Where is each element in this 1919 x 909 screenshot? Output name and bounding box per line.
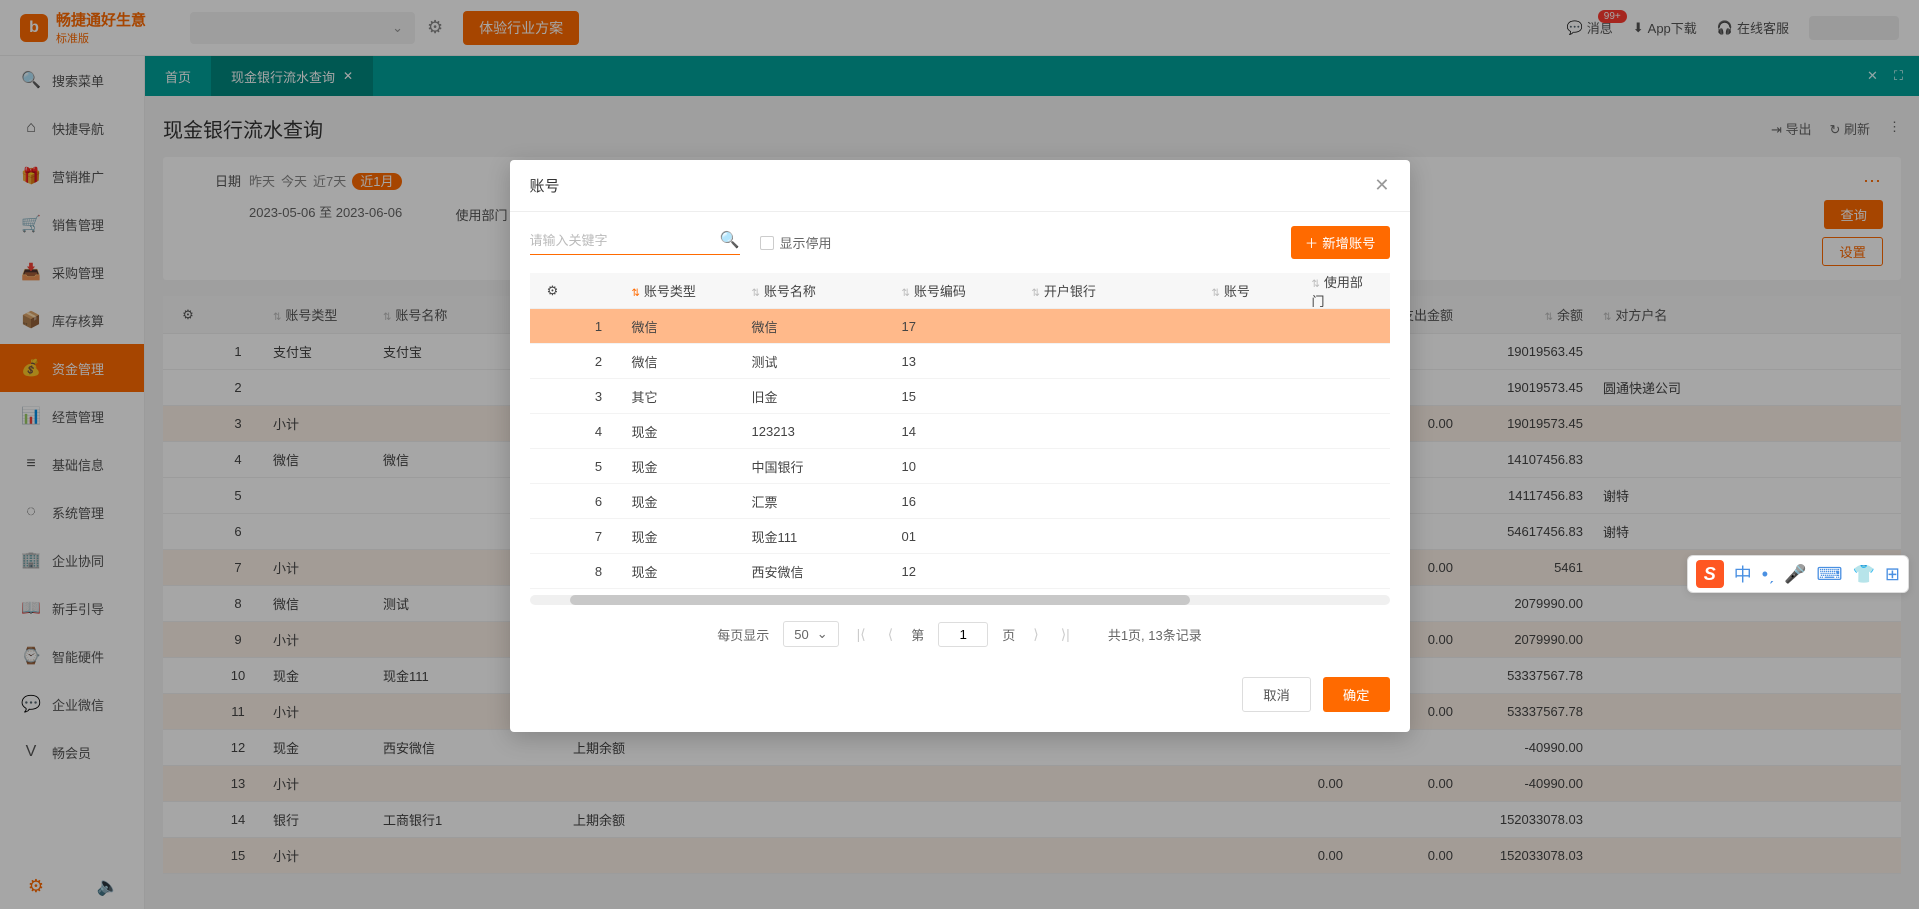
- row-index: 1: [576, 319, 622, 334]
- ime-keyboard-icon[interactable]: ⌨: [1817, 564, 1843, 585]
- cell-code: 15: [892, 389, 1022, 404]
- gear-column-icon[interactable]: ⚙: [530, 283, 576, 299]
- chevron-down-icon: ⌄: [817, 626, 828, 642]
- mcol-name[interactable]: ⇅账号名称: [742, 281, 892, 300]
- cell-type: 现金: [622, 562, 742, 581]
- page-prefix: 第: [911, 625, 924, 644]
- cell-name: 微信: [742, 317, 892, 336]
- cell-type: 其它: [622, 387, 742, 406]
- mcol-code[interactable]: ⇅账号编码: [892, 281, 1022, 300]
- modal-pager: 每页显示 50 ⌄ |⟨ ⟨ 第 页 ⟩ ⟩| 共1页, 13条记录: [510, 605, 1410, 663]
- cell-code: 13: [892, 354, 1022, 369]
- modal-table-header: ⚙ ⇅账号类型 ⇅账号名称 ⇅账号编码 ⇅开户银行 ⇅账号 ⇅使用部门: [530, 273, 1390, 309]
- row-index: 4: [576, 424, 622, 439]
- ime-toolbox-icon[interactable]: ⊞: [1885, 564, 1900, 585]
- cell-name: 测试: [742, 352, 892, 371]
- list-item[interactable]: 6现金汇票16: [530, 484, 1390, 519]
- cell-type: 微信: [622, 352, 742, 371]
- cell-code: 01: [892, 529, 1022, 544]
- list-item[interactable]: 4现金12321314: [530, 414, 1390, 449]
- ime-skin-icon[interactable]: 👕: [1852, 564, 1874, 585]
- pager-total: 共1页, 13条记录: [1108, 625, 1202, 644]
- add-account-label: 新增账号: [1322, 233, 1375, 252]
- cancel-button[interactable]: 取消: [1242, 677, 1311, 712]
- cell-name: 中国银行: [742, 457, 892, 476]
- ime-toolbar[interactable]: S 中 •ˏ 🎤 ⌨ 👕 ⊞: [1687, 555, 1909, 593]
- cell-type: 微信: [622, 317, 742, 336]
- next-page-icon[interactable]: ⟩: [1029, 626, 1042, 643]
- cell-type: 现金: [622, 492, 742, 511]
- per-page-label: 每页显示: [717, 625, 769, 644]
- cell-type: 现金: [622, 422, 742, 441]
- page-suffix: 页: [1002, 625, 1015, 644]
- row-index: 6: [576, 494, 622, 509]
- add-account-button[interactable]: ＋ 新增账号: [1291, 226, 1390, 259]
- ime-punct-icon[interactable]: •ˏ: [1762, 564, 1774, 585]
- cell-code: 10: [892, 459, 1022, 474]
- horizontal-scrollbar[interactable]: [530, 595, 1390, 605]
- modal-header: 账号 ✕: [510, 160, 1410, 212]
- show-disabled-checkbox[interactable]: 显示停用: [760, 233, 832, 252]
- search-icon[interactable]: 🔍: [720, 230, 740, 250]
- mcol-acct[interactable]: ⇅账号: [1202, 281, 1302, 300]
- ime-mic-icon[interactable]: 🎤: [1784, 564, 1806, 585]
- scrollbar-thumb[interactable]: [570, 595, 1190, 605]
- per-page-select[interactable]: 50 ⌄: [783, 621, 838, 647]
- cell-name: 现金111: [742, 527, 892, 546]
- cell-name: 旧金: [742, 387, 892, 406]
- close-icon[interactable]: ✕: [1374, 175, 1389, 196]
- confirm-button[interactable]: 确定: [1323, 677, 1390, 712]
- row-index: 7: [576, 529, 622, 544]
- search-box: 🔍: [530, 230, 740, 255]
- cell-type: 现金: [622, 457, 742, 476]
- first-page-icon[interactable]: |⟨: [853, 626, 870, 643]
- cell-name: 汇票: [742, 492, 892, 511]
- list-item[interactable]: 2微信测试13: [530, 344, 1390, 379]
- mcol-type[interactable]: ⇅账号类型: [622, 281, 742, 300]
- list-item[interactable]: 1微信微信17: [530, 309, 1390, 344]
- cell-name: 123213: [742, 424, 892, 439]
- cell-code: 17: [892, 319, 1022, 334]
- cell-code: 12: [892, 564, 1022, 579]
- plus-icon: ＋: [1305, 233, 1318, 252]
- list-item[interactable]: 7现金现金11101: [530, 519, 1390, 554]
- cell-code: 14: [892, 424, 1022, 439]
- row-index: 3: [576, 389, 622, 404]
- list-item[interactable]: 5现金中国银行10: [530, 449, 1390, 484]
- per-page-value: 50: [794, 627, 808, 642]
- modal-footer: 取消 确定: [510, 663, 1410, 732]
- cell-type: 现金: [622, 527, 742, 546]
- ime-lang-label[interactable]: 中: [1734, 561, 1752, 587]
- list-item[interactable]: 8现金西安微信12: [530, 554, 1390, 589]
- modal-title: 账号: [530, 175, 560, 196]
- ime-logo-icon: S: [1696, 560, 1724, 588]
- list-item[interactable]: 3其它旧金15: [530, 379, 1390, 414]
- page-input[interactable]: [938, 622, 988, 647]
- account-picker-modal: 账号 ✕ 🔍 显示停用 ＋ 新增账号 ⚙ ⇅账号类型 ⇅账号名称 ⇅账号编码 ⇅…: [510, 160, 1410, 732]
- modal-table: ⚙ ⇅账号类型 ⇅账号名称 ⇅账号编码 ⇅开户银行 ⇅账号 ⇅使用部门 1微信微…: [510, 273, 1410, 589]
- row-index: 2: [576, 354, 622, 369]
- last-page-icon[interactable]: ⟩|: [1057, 626, 1074, 643]
- mcol-dept[interactable]: ⇅使用部门: [1302, 272, 1382, 310]
- mcol-bank[interactable]: ⇅开户银行: [1022, 281, 1202, 300]
- cell-code: 16: [892, 494, 1022, 509]
- row-index: 8: [576, 564, 622, 579]
- checkbox-icon: [760, 236, 774, 250]
- modal-toolbar: 🔍 显示停用 ＋ 新增账号: [510, 212, 1410, 273]
- row-index: 5: [576, 459, 622, 474]
- prev-page-icon[interactable]: ⟨: [884, 626, 897, 643]
- search-input[interactable]: [530, 233, 720, 248]
- cell-name: 西安微信: [742, 562, 892, 581]
- show-disabled-label: 显示停用: [780, 233, 832, 252]
